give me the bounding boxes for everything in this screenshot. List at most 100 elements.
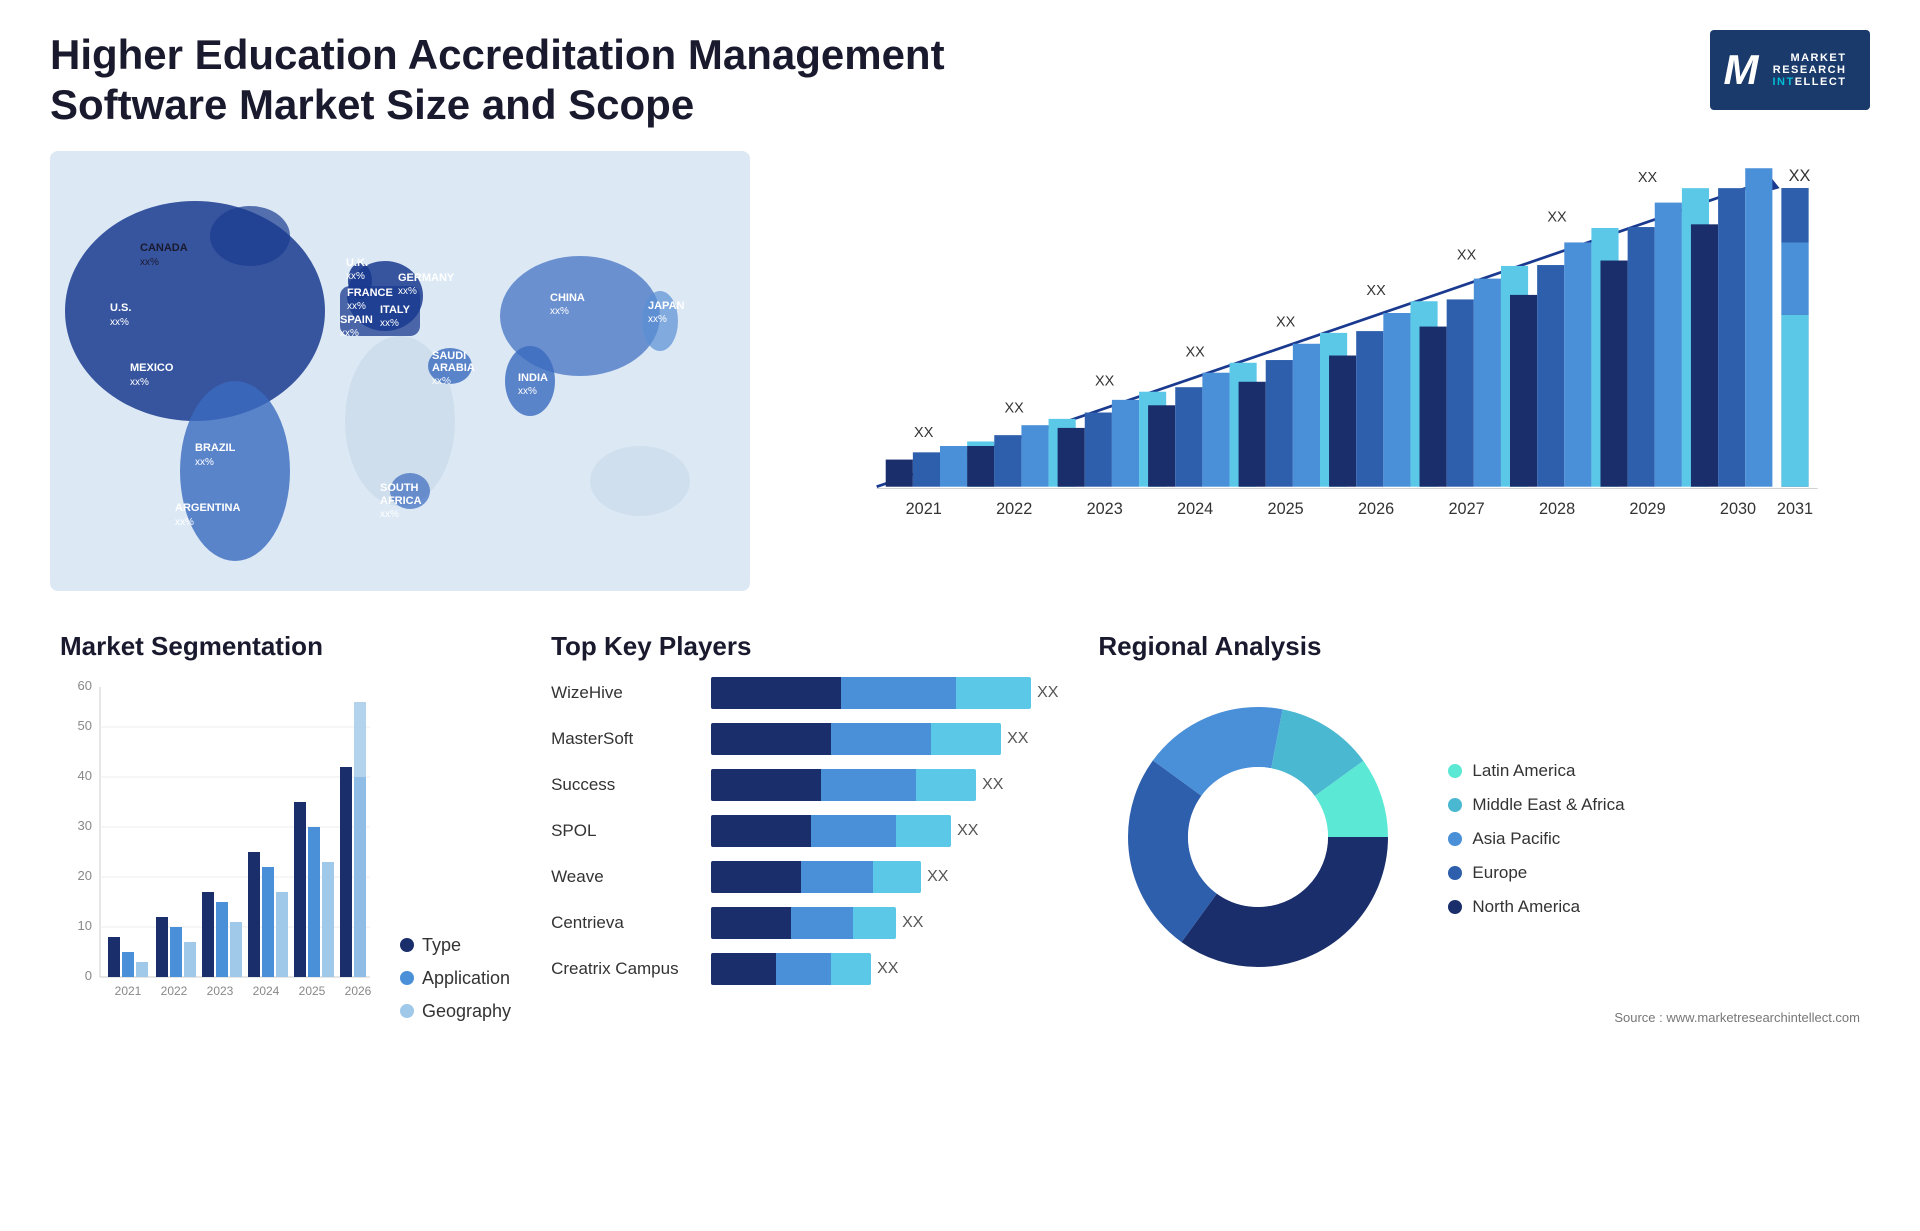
bar-chart-container: 2021 XX 2022 XX 2023 XX bbox=[780, 151, 1870, 591]
player-bar-creatrix bbox=[711, 953, 871, 985]
bar-seg1 bbox=[711, 907, 791, 939]
player-xx-mastersoft: XX bbox=[1007, 730, 1028, 748]
svg-text:BRAZIL: BRAZIL bbox=[195, 442, 236, 454]
svg-text:SAUDI: SAUDI bbox=[432, 350, 466, 362]
legend-application-label: Application bbox=[422, 968, 510, 989]
player-xx-success: XX bbox=[982, 776, 1003, 794]
svg-text:2026: 2026 bbox=[1358, 500, 1394, 518]
svg-text:2024: 2024 bbox=[253, 984, 280, 998]
player-bar-wrap-success: XX bbox=[711, 769, 1058, 801]
player-bar-wrap-centrieva: XX bbox=[711, 907, 1058, 939]
svg-text:2023: 2023 bbox=[1087, 500, 1123, 518]
legend-north-america-label: North America bbox=[1472, 897, 1580, 917]
legend-application: Application bbox=[400, 968, 511, 989]
player-row-spol: SPOL XX bbox=[551, 815, 1058, 847]
bar-seg3 bbox=[853, 907, 896, 939]
legend-type-dot bbox=[400, 938, 414, 952]
svg-text:2028: 2028 bbox=[1539, 500, 1575, 518]
svg-text:ITALY: ITALY bbox=[380, 304, 411, 316]
bar-seg2 bbox=[841, 677, 956, 709]
svg-text:SPAIN: SPAIN bbox=[340, 314, 373, 326]
svg-text:xx%: xx% bbox=[195, 457, 214, 468]
player-row-creatrix: Creatrix Campus XX bbox=[551, 953, 1058, 985]
svg-text:INDIA: INDIA bbox=[518, 372, 548, 384]
svg-text:SOUTH: SOUTH bbox=[380, 482, 419, 494]
svg-text:10: 10 bbox=[78, 918, 92, 933]
donut-area: Latin America Middle East & Africa Asia … bbox=[1098, 677, 1860, 1002]
legend-type: Type bbox=[400, 935, 511, 956]
player-xx-centrieva: XX bbox=[902, 914, 923, 932]
header: Higher Education Accreditation Managemen… bbox=[50, 30, 1870, 131]
svg-text:30: 30 bbox=[78, 818, 92, 833]
svg-text:xx%: xx% bbox=[380, 509, 399, 520]
legend-north-america: North America bbox=[1448, 897, 1624, 917]
legend-application-dot bbox=[400, 971, 414, 985]
svg-text:2024: 2024 bbox=[1177, 500, 1213, 518]
regional-panel: Regional Analysis bbox=[1088, 621, 1870, 1201]
map-container: CANADA xx% U.S. xx% MEXICO xx% BRAZIL xx… bbox=[50, 151, 750, 591]
svg-text:JAPAN: JAPAN bbox=[648, 300, 685, 312]
player-name-wizehive: WizeHive bbox=[551, 683, 701, 703]
player-row-mastersoft: MasterSoft XX bbox=[551, 723, 1058, 755]
svg-text:XX: XX bbox=[1366, 283, 1386, 299]
logo-box: M MARKET RESEARCH INTELLECT bbox=[1710, 30, 1870, 110]
svg-text:xx%: xx% bbox=[518, 386, 537, 397]
bar-seg2 bbox=[811, 815, 896, 847]
legend-geography-dot bbox=[400, 1004, 414, 1018]
svg-text:U.K.: U.K. bbox=[346, 257, 368, 269]
svg-text:2021: 2021 bbox=[115, 984, 142, 998]
svg-text:XX: XX bbox=[1457, 247, 1477, 263]
bar-seg2 bbox=[801, 861, 873, 893]
svg-text:xx%: xx% bbox=[140, 257, 159, 268]
bar-seg2 bbox=[831, 723, 931, 755]
source-text: Source : www.marketresearchintellect.com bbox=[1098, 1010, 1860, 1025]
key-players-panel: Top Key Players WizeHive XX MasterSoft bbox=[541, 621, 1068, 1201]
logo-brand-line3: INTELLECT bbox=[1772, 76, 1846, 88]
player-bar-success bbox=[711, 769, 976, 801]
logo-text: MARKET RESEARCH INTELLECT bbox=[1762, 44, 1856, 96]
bar-seg3 bbox=[831, 953, 871, 985]
svg-text:2025: 2025 bbox=[299, 984, 326, 998]
legend-asia-pacific: Asia Pacific bbox=[1448, 829, 1624, 849]
legend-geography: Geography bbox=[400, 1001, 511, 1022]
player-xx-creatrix: XX bbox=[877, 960, 898, 978]
legend-type-label: Type bbox=[422, 935, 461, 956]
players-list: WizeHive XX MasterSoft bbox=[551, 677, 1058, 985]
svg-text:xx%: xx% bbox=[130, 377, 149, 388]
legend-asia-pacific-label: Asia Pacific bbox=[1472, 829, 1560, 849]
player-row-centrieva: Centrieva XX bbox=[551, 907, 1058, 939]
player-name-creatrix: Creatrix Campus bbox=[551, 959, 701, 979]
svg-text:FRANCE: FRANCE bbox=[347, 287, 393, 299]
svg-text:XX: XX bbox=[1789, 167, 1811, 185]
legend-north-america-dot bbox=[1448, 900, 1462, 914]
svg-text:2027: 2027 bbox=[1448, 500, 1484, 518]
legend-mea-label: Middle East & Africa bbox=[1472, 795, 1624, 815]
svg-text:xx%: xx% bbox=[380, 318, 399, 329]
svg-text:2021: 2021 bbox=[906, 500, 942, 518]
player-row-success: Success XX bbox=[551, 769, 1058, 801]
legend-asia-pacific-dot bbox=[1448, 832, 1462, 846]
svg-text:CHINA: CHINA bbox=[550, 292, 585, 304]
player-bar-mastersoft bbox=[711, 723, 1001, 755]
player-bar-wrap-creatrix: XX bbox=[711, 953, 1058, 985]
svg-text:2030: 2030 bbox=[1720, 500, 1756, 518]
bar-seg3 bbox=[873, 861, 921, 893]
legend-europe-label: Europe bbox=[1472, 863, 1527, 883]
legend-mea: Middle East & Africa bbox=[1448, 795, 1624, 815]
svg-text:XX: XX bbox=[1185, 344, 1205, 360]
svg-text:XX: XX bbox=[1095, 373, 1115, 389]
top-section: CANADA xx% U.S. xx% MEXICO xx% BRAZIL xx… bbox=[50, 151, 1870, 591]
segmentation-svg: 0 10 20 30 40 50 60 bbox=[60, 677, 380, 1037]
player-bar-wrap-spol: XX bbox=[711, 815, 1058, 847]
player-bar-wrap-weave: XX bbox=[711, 861, 1058, 893]
donut-svg bbox=[1098, 677, 1418, 997]
svg-text:XX: XX bbox=[1638, 170, 1658, 186]
segmentation-svg-wrap: 0 10 20 30 40 50 60 bbox=[60, 677, 380, 1042]
page-container: Higher Education Accreditation Managemen… bbox=[0, 0, 1920, 1231]
logo-m-icon: M bbox=[1723, 46, 1758, 94]
segmentation-title: Market Segmentation bbox=[60, 631, 511, 662]
donut-svg-wrap bbox=[1098, 677, 1418, 1002]
bar-seg1 bbox=[711, 953, 776, 985]
svg-text:20: 20 bbox=[78, 868, 92, 883]
legend-europe-dot bbox=[1448, 866, 1462, 880]
